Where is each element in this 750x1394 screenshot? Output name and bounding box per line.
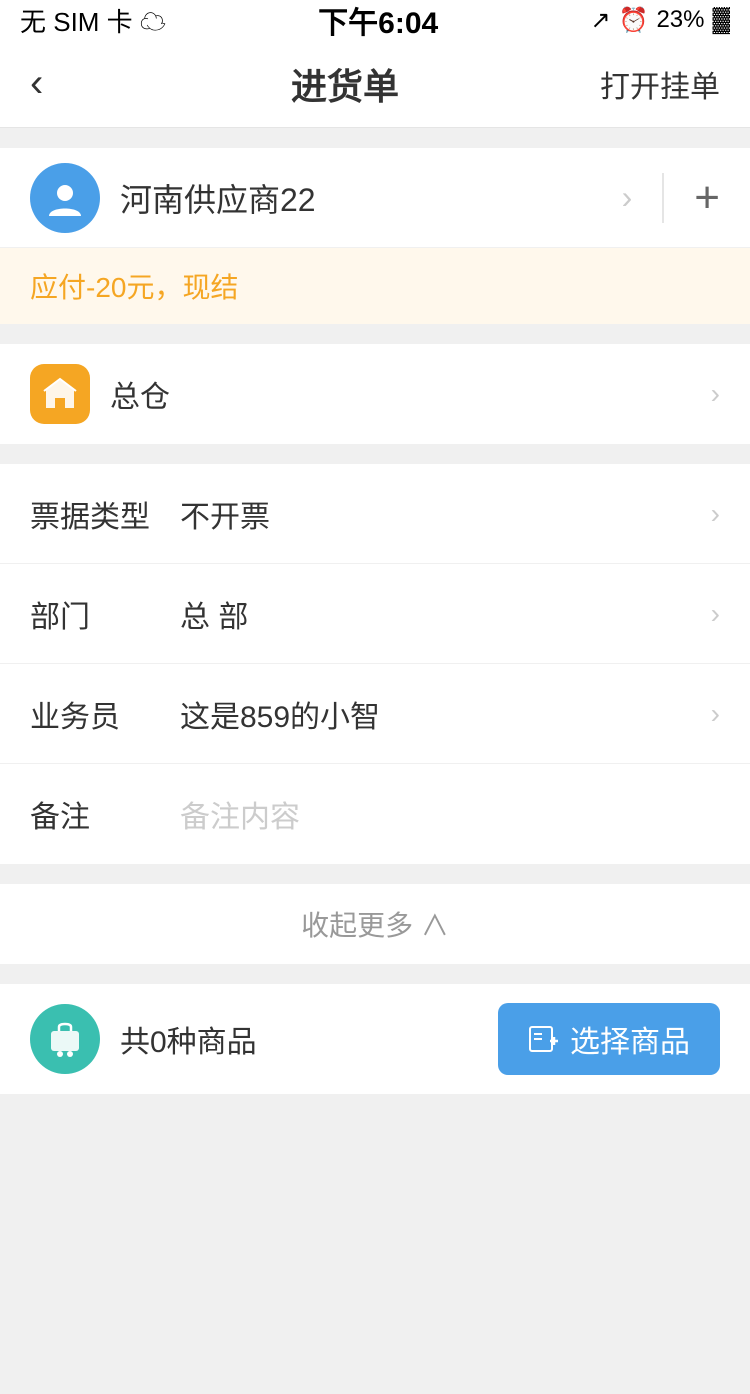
person-icon — [45, 178, 85, 218]
dept-label: 部门 — [30, 592, 180, 636]
remark-input[interactable]: 备注内容 — [180, 792, 720, 836]
staff-label: 业务员 — [30, 692, 180, 736]
remark-row[interactable]: 备注 备注内容 — [0, 764, 750, 864]
back-button[interactable]: ‹ — [30, 61, 90, 106]
ticket-chevron-icon: › — [711, 498, 720, 530]
select-product-button[interactable]: 选择商品 — [498, 1003, 720, 1075]
ticket-value: 不开票 — [180, 492, 711, 536]
dept-row[interactable]: 部门 总 部 › — [0, 564, 750, 664]
battery-label: 23% — [656, 6, 704, 34]
staff-row[interactable]: 业务员 这是859的小智 › — [0, 664, 750, 764]
warehouse-value: 总仓 — [110, 372, 711, 416]
warehouse-row[interactable]: 总仓 › — [0, 344, 750, 444]
dept-value: 总 部 — [180, 592, 711, 636]
supplier-section: 河南供应商22 › + 应付-20元，现结 — [0, 148, 750, 324]
warehouse-section: 总仓 › — [0, 344, 750, 444]
supplier-divider — [662, 173, 664, 223]
open-pending-button[interactable]: 打开挂单 — [600, 62, 720, 106]
collapse-button[interactable]: 收起更多 ∧ — [0, 884, 750, 964]
status-bar-right: ↗ ⏰ 23% ▓ — [590, 6, 730, 35]
sim-label: 无 SIM 卡 ☁ — [20, 2, 166, 39]
bottom-bar: 共0种商品 选择商品 — [0, 984, 750, 1094]
supplier-row[interactable]: 河南供应商22 › + — [0, 148, 750, 248]
form-section: 票据类型 不开票 › 部门 总 部 › 业务员 这是859的小智 › 备注 备注… — [0, 464, 750, 864]
warehouse-icon-bg — [30, 364, 90, 424]
cart-icon — [45, 1019, 85, 1059]
location-icon: ↗ — [590, 6, 610, 35]
select-product-label: 选择商品 — [570, 1017, 690, 1061]
page-title: 进货单 — [291, 58, 399, 110]
section-gap-1 — [0, 128, 750, 148]
status-bar-left: 无 SIM 卡 ☁ — [20, 2, 166, 39]
product-count-label: 共0种商品 — [120, 1017, 498, 1061]
dept-chevron-icon: › — [711, 598, 720, 630]
collapse-section: 收起更多 ∧ — [0, 884, 750, 964]
cart-icon-bg — [30, 1004, 100, 1074]
supplier-chevron-icon: › — [622, 179, 633, 216]
alarm-icon: ⏰ — [619, 6, 649, 35]
staff-chevron-icon: › — [711, 698, 720, 730]
supplier-name: 河南供应商22 — [120, 175, 622, 221]
battery-icon: ▓ — [713, 6, 731, 34]
supplier-avatar — [30, 163, 100, 233]
ticket-type-row[interactable]: 票据类型 不开票 › — [0, 464, 750, 564]
add-supplier-button[interactable]: + — [694, 173, 720, 223]
status-bar: 无 SIM 卡 ☁ 下午6:04 ↗ ⏰ 23% ▓ — [0, 0, 750, 40]
nav-bar: ‹ 进货单 打开挂单 — [0, 40, 750, 128]
empty-area — [0, 1094, 750, 1394]
select-product-icon — [528, 1023, 560, 1055]
ticket-label: 票据类型 — [30, 492, 180, 536]
staff-value: 这是859的小智 — [180, 692, 711, 736]
warning-banner: 应付-20元，现结 — [0, 248, 750, 324]
time-label: 下午6:04 — [318, 0, 438, 42]
warehouse-icon — [42, 376, 78, 412]
warehouse-chevron-icon: › — [711, 378, 720, 410]
remark-label: 备注 — [30, 792, 180, 836]
